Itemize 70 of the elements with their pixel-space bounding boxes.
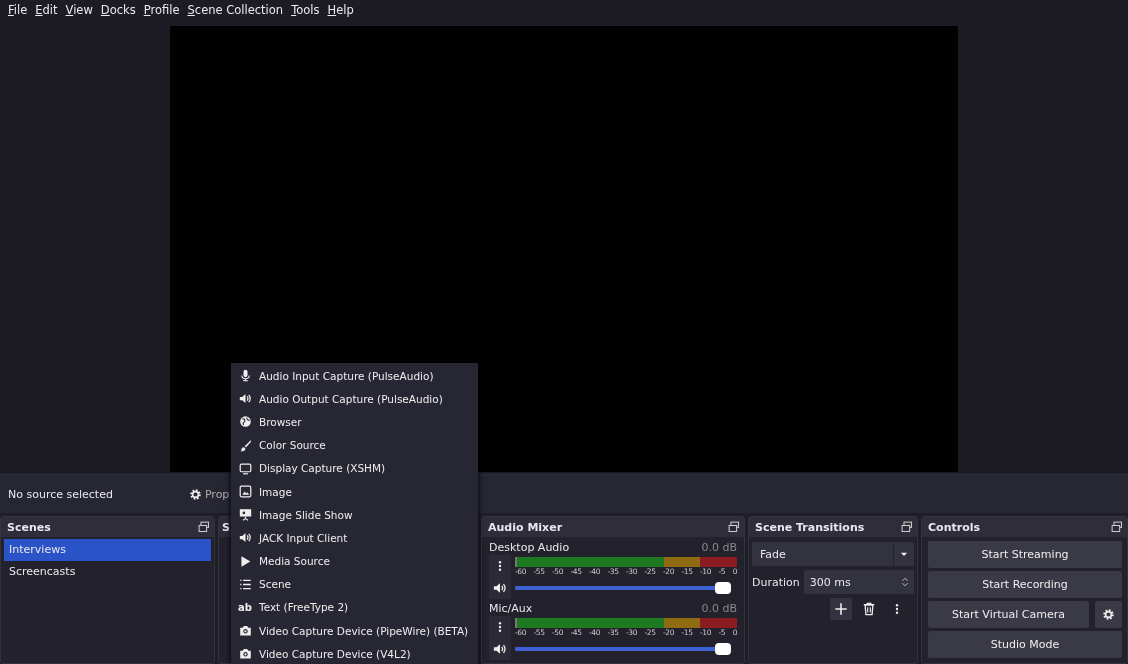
scene-list-row[interactable]: Interviews	[4, 539, 211, 561]
duration-field[interactable]: 300 ms	[803, 570, 914, 594]
menu-item[interactable]: JACK Input Client	[231, 526, 478, 550]
menu-item[interactable]: ab Text (FreeType 2)	[231, 595, 478, 620]
undock-icon[interactable]	[198, 521, 210, 533]
paintbrush-icon	[238, 438, 252, 452]
settings-icon	[188, 487, 202, 501]
dock-title: Controls	[928, 520, 981, 534]
channel-name: Desktop Audio	[489, 540, 570, 554]
db-reading: 0.0 dB	[701, 601, 737, 615]
menu-item[interactable]: Docks	[100, 2, 144, 17]
speaker-icon	[493, 581, 507, 595]
scene-list-row[interactable]: Screencasts	[4, 561, 211, 583]
dock-title: Scene Transitions	[755, 520, 865, 534]
menu-item[interactable]: Image	[231, 479, 478, 504]
more-button[interactable]	[489, 616, 511, 638]
undock-icon[interactable]	[901, 521, 913, 533]
control-button[interactable]: Start Streaming	[928, 541, 1122, 568]
menu-item[interactable]: Tools	[291, 2, 328, 17]
menu-item[interactable]: Color Source	[231, 433, 478, 457]
menu-item[interactable]: Audio Output Capture (PulseAudio)	[231, 387, 478, 411]
menu-item[interactable]: Video Capture Device (PipeWire) (BETA)	[231, 619, 478, 643]
dock-title: S	[222, 520, 230, 534]
more-button[interactable]	[489, 555, 511, 577]
channel-name: Mic/Aux	[489, 601, 533, 615]
globe-icon	[238, 415, 252, 429]
menu-item[interactable]: Display Capture (XSHM)	[231, 456, 478, 480]
monitor-icon	[238, 461, 252, 475]
menu-item[interactable]: Scene	[231, 572, 478, 596]
control-button[interactable]: Start Recording	[928, 571, 1122, 598]
add-button[interactable]	[830, 598, 852, 620]
camera-icon	[238, 624, 252, 638]
undock-icon[interactable]	[728, 521, 740, 533]
play-icon	[238, 554, 252, 568]
menu-item[interactable]: Scene Collection	[187, 2, 292, 17]
menu-item[interactable]: Edit	[35, 2, 66, 17]
image-icon	[238, 485, 252, 499]
control-button[interactable]: Studio Mode	[928, 631, 1122, 658]
dock-title: Audio Mixer	[488, 520, 563, 534]
menu-item[interactable]: Media Source	[231, 549, 478, 573]
speaker-icon	[238, 392, 252, 406]
menu-item[interactable]: Image Slide Show	[231, 503, 478, 527]
menu-item[interactable]: Help	[327, 2, 362, 17]
menu-item[interactable]: File	[8, 2, 36, 17]
status-text: No source selected	[8, 487, 113, 501]
camera-icon	[238, 647, 252, 661]
undock-icon[interactable]	[1111, 521, 1123, 533]
menu-item[interactable]: Profile	[143, 2, 188, 17]
list-icon	[238, 577, 252, 591]
trash-icon	[862, 602, 876, 616]
properties-button[interactable]: Prop	[184, 485, 234, 503]
slideshow-icon	[238, 508, 252, 522]
text-icon: ab	[238, 601, 252, 613]
duration-label: Duration	[752, 575, 800, 589]
speaker-icon	[238, 531, 252, 545]
menu-item[interactable]: Video Capture Device (V4L2)	[231, 642, 478, 664]
control-button[interactable]: Start Virtual Camera	[928, 601, 1089, 628]
microphone-icon	[238, 369, 252, 383]
mute-button[interactable]	[489, 638, 511, 660]
settings-icon	[1102, 608, 1115, 621]
plus-icon	[834, 602, 848, 616]
menu-item[interactable]: View	[65, 2, 101, 17]
db-reading: 0.0 dB	[701, 540, 737, 554]
menu-item[interactable]: Browser	[231, 410, 478, 434]
speaker-icon	[493, 642, 507, 656]
menu-item[interactable]: Audio Input Capture (PulseAudio)	[231, 364, 478, 388]
mute-button[interactable]	[489, 577, 511, 599]
settings-button[interactable]	[1095, 601, 1122, 628]
dock-title: Scenes	[7, 520, 51, 534]
transition-dropdown[interactable]: Fade	[752, 542, 914, 566]
